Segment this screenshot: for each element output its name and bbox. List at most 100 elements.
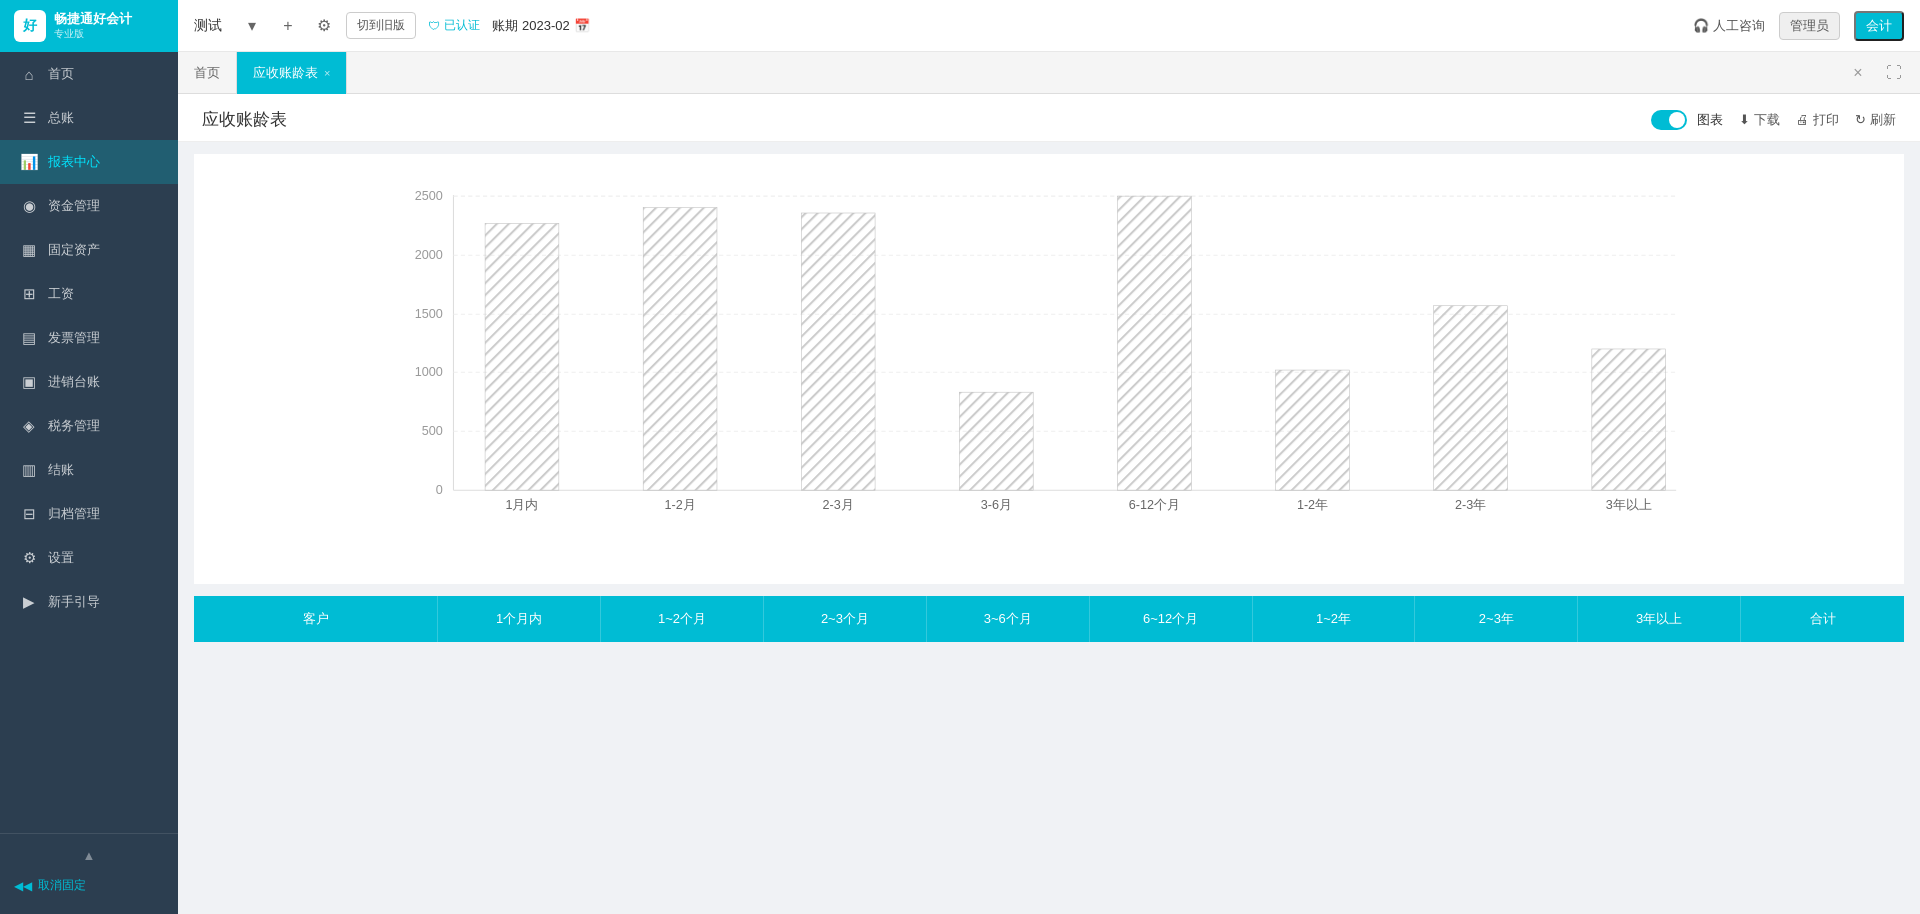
table-header: 客户 1个月内 1~2个月 2~3个月 3~6个月 6~12个月 1~2年 2~… [194, 596, 1904, 642]
bar-6-12-month [1118, 196, 1192, 490]
svg-text:2000: 2000 [415, 248, 443, 262]
dropdown-button[interactable]: ▾ [238, 12, 266, 40]
x-label-5: 6-12个月 [1129, 498, 1180, 512]
refresh-button[interactable]: ↻ 刷新 [1855, 111, 1896, 129]
page-title: 应收账龄表 [202, 108, 287, 131]
print-label: 打印 [1813, 111, 1839, 129]
settings-button[interactable]: ⚙ [310, 12, 338, 40]
calendar-icon[interactable]: 📅 [574, 18, 590, 33]
company-label: 测试 [194, 17, 222, 35]
consult-label: 人工咨询 [1713, 17, 1765, 35]
sidebar-bottom: ▲ ◀◀ 取消固定 [0, 833, 178, 914]
toggle-track[interactable] [1651, 110, 1687, 130]
sidebar-item-archive[interactable]: ⊟ 归档管理 [0, 492, 178, 536]
tab-aging[interactable]: 应收账龄表 × [237, 52, 347, 94]
sidebar-item-report[interactable]: 📊 报表中心 [0, 140, 178, 184]
verified-badge: 🛡 已认证 [428, 17, 480, 34]
sidebar-label-close: 结账 [48, 461, 74, 479]
col-total: 合计 [1741, 596, 1904, 642]
sidebar-item-guide[interactable]: ▶ 新手引导 [0, 580, 178, 624]
download-button[interactable]: ⬇ 下载 [1739, 111, 1780, 129]
sidebar-label-report: 报表中心 [48, 153, 100, 171]
bar-1-month [485, 224, 559, 491]
sidebar-label-home: 首页 [48, 65, 74, 83]
tab-home-label: 首页 [194, 64, 220, 82]
print-button[interactable]: 🖨 打印 [1796, 111, 1839, 129]
verified-label: 已认证 [444, 17, 480, 34]
topbar: 测试 ▾ + ⚙ 切到旧版 🛡 已认证 账期 2023-02 📅 🎧 [178, 0, 1920, 52]
wage-icon: ⊞ [20, 285, 38, 303]
x-label-3: 2-3月 [823, 498, 854, 512]
gear-icon: ⚙ [317, 16, 331, 35]
tabbar: 首页 应收账龄表 × × ⛶ [178, 52, 1920, 94]
sidebar-label-asset: 固定资产 [48, 241, 100, 259]
sidebar-item-settings[interactable]: ⚙ 设置 [0, 536, 178, 580]
download-label: 下载 [1754, 111, 1780, 129]
x-label-6: 1-2年 [1297, 498, 1328, 512]
svg-text:1000: 1000 [415, 365, 443, 379]
sidebar-label-ledger: 总账 [48, 109, 74, 127]
app-name: 畅捷通好会计 [54, 11, 132, 28]
tax-icon: ◈ [20, 417, 38, 435]
sidebar-label-guide: 新手引导 [48, 593, 100, 611]
headset-icon: 🎧 [1693, 18, 1709, 33]
sidebar-item-home[interactable]: ⌂ 首页 [0, 52, 178, 96]
sidebar-item-tax[interactable]: ◈ 税务管理 [0, 404, 178, 448]
scroll-up-arrow[interactable]: ▲ [0, 844, 178, 867]
sidebar-label-tax: 税务管理 [48, 417, 100, 435]
consult-button[interactable]: 🎧 人工咨询 [1693, 17, 1765, 35]
print-icon: 🖨 [1796, 112, 1809, 127]
cancel-fixed-button[interactable]: ◀◀ 取消固定 [0, 867, 178, 904]
x-label-2: 1-2月 [664, 498, 695, 512]
col-customer: 客户 [194, 596, 438, 642]
sidebar-item-close[interactable]: ▥ 结账 [0, 448, 178, 492]
bar-2-3-month [801, 213, 875, 490]
bar-1-2-year [1276, 370, 1350, 490]
sidebar-item-invoice[interactable]: ▤ 发票管理 [0, 316, 178, 360]
company-name: 测试 [194, 17, 222, 35]
dropdown-icon: ▾ [248, 16, 256, 35]
period-display: 账期 2023-02 📅 [492, 17, 590, 35]
topbar-right: 🎧 人工咨询 管理员 会计 [1693, 11, 1904, 41]
logo-text-block: 畅捷通好会计 专业版 [54, 11, 132, 42]
period-value: 2023-02 [522, 18, 570, 33]
tab-close-icon[interactable]: × [324, 67, 330, 79]
stock-icon: ▣ [20, 373, 38, 391]
download-icon: ⬇ [1739, 112, 1750, 127]
svg-text:500: 500 [422, 424, 443, 438]
bar-2-3-year [1434, 306, 1508, 490]
sidebar-item-asset[interactable]: ▦ 固定资产 [0, 228, 178, 272]
col-1month: 1个月内 [438, 596, 601, 642]
x-label-4: 3-6月 [981, 498, 1012, 512]
invoice-icon: ▤ [20, 329, 38, 347]
col-3plus-year: 3年以上 [1578, 596, 1741, 642]
sidebar-label-capital: 资金管理 [48, 197, 100, 215]
chart-toggle[interactable]: 图表 [1651, 110, 1723, 130]
svg-text:2500: 2500 [415, 189, 443, 203]
close-account-icon: ▥ [20, 461, 38, 479]
close-tab-button[interactable]: × [1844, 59, 1872, 87]
sidebar-label-settings: 设置 [48, 549, 74, 567]
capital-icon: ◉ [20, 197, 38, 215]
sidebar-item-wage[interactable]: ⊞ 工资 [0, 272, 178, 316]
chart-toggle-label: 图表 [1697, 111, 1723, 129]
expand-button[interactable]: ⛶ [1880, 59, 1908, 87]
main-area: 测试 ▾ + ⚙ 切到旧版 🛡 已认证 账期 2023-02 📅 🎧 [178, 0, 1920, 914]
col-2-3year: 2~3年 [1415, 596, 1578, 642]
sidebar-label-archive: 归档管理 [48, 505, 100, 523]
add-button[interactable]: + [274, 12, 302, 40]
report-icon: 📊 [20, 153, 38, 171]
table-container: 客户 1个月内 1~2个月 2~3个月 3~6个月 6~12个月 1~2年 2~… [194, 596, 1904, 642]
chart-container: 0 500 1000 1500 2000 2500 1月内 1-2月 [194, 154, 1904, 584]
sidebar-item-capital[interactable]: ◉ 资金管理 [0, 184, 178, 228]
bar-3-plus-year [1592, 349, 1666, 490]
sidebar-item-ledger[interactable]: ☰ 总账 [0, 96, 178, 140]
topbar-actions: ▾ + ⚙ 切到旧版 [238, 12, 416, 40]
role-button[interactable]: 会计 [1854, 11, 1904, 41]
tab-home[interactable]: 首页 [178, 52, 237, 94]
user-button[interactable]: 管理员 [1779, 12, 1840, 40]
x-label-1: 1月内 [505, 498, 538, 512]
ledger-icon: ☰ [20, 109, 38, 127]
sidebar-item-stock[interactable]: ▣ 进销台账 [0, 360, 178, 404]
switch-version-button[interactable]: 切到旧版 [346, 12, 416, 39]
